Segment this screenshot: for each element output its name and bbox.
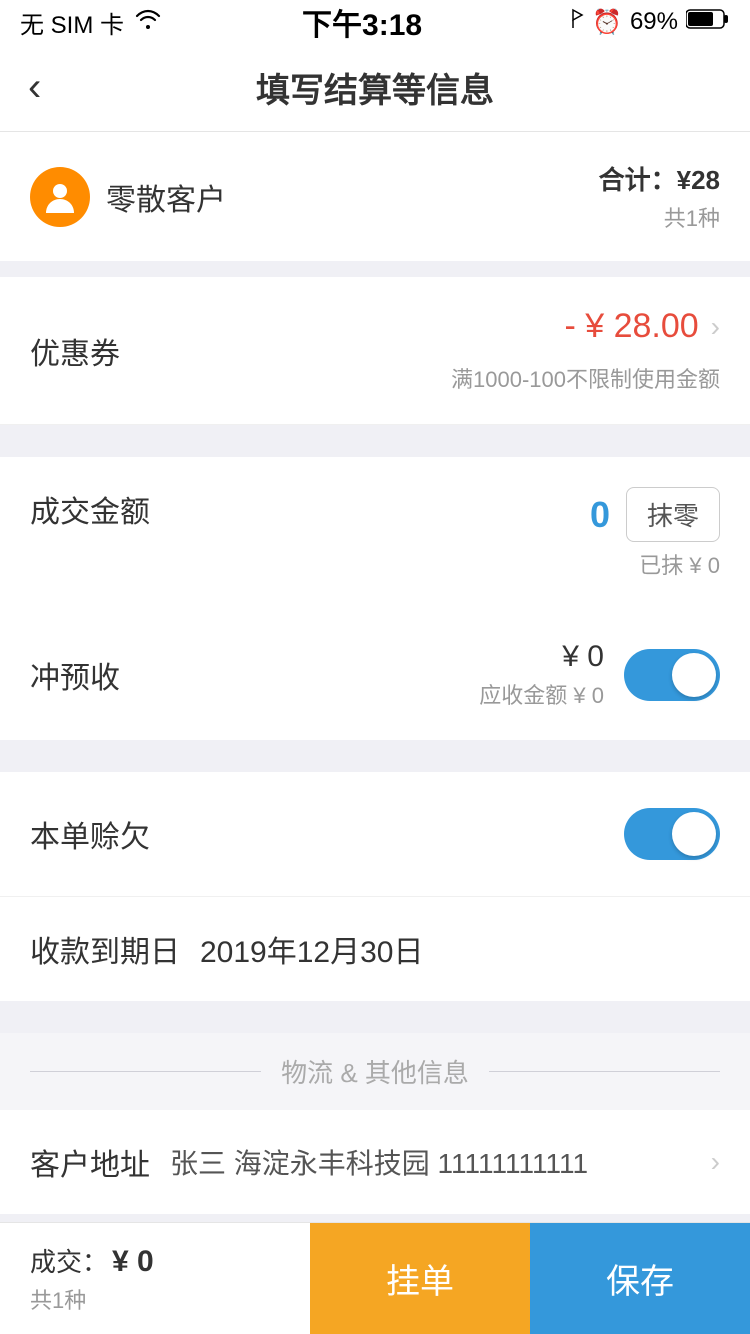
deal-amount-label: 成交金额 [30,487,150,531]
total-amount: 合计：¥28 [599,160,720,197]
status-right: ⏰ 69% [562,8,730,37]
address-chevron-icon: › [711,1146,720,1178]
page-title: 填写结算等信息 [256,63,494,112]
content-area: 零散客户 合计：¥28 共1种 优惠券 - ¥ 28.00 › 满1000-10… [0,132,750,1334]
coupon-right: - ¥ 28.00 › 满1000-100不限制使用金额 [451,307,720,394]
location-icon [562,8,584,37]
chevron-right-icon: › [711,311,720,343]
precharge-label: 冲预收 [30,653,120,697]
back-button[interactable]: ‹ [28,65,41,110]
customer-name: 零散客户 [106,175,226,219]
precharge-sub-amount: 应收金额 ¥ 0 [479,678,604,710]
bad-debt-label: 本单赊欠 [30,812,150,856]
precharge-main-amount: ¥ 0 [479,640,604,674]
bad-debt-row: 本单赊欠 [0,772,750,896]
section-separator-2 [0,756,750,772]
due-date-value[interactable]: 2019年12月30日 [200,927,423,971]
customer-total: 合计：¥28 共1种 [599,160,720,233]
precharge-toggle[interactable] [624,649,720,701]
address-label: 客户地址 [30,1140,150,1184]
precharge-right: ¥ 0 应收金额 ¥ 0 [479,640,720,710]
round-zero-button[interactable]: 抹零 [626,487,720,542]
coupon-section[interactable]: 优惠券 - ¥ 28.00 › 满1000-100不限制使用金额 [0,277,750,425]
bad-debt-toggle[interactable] [624,808,720,860]
footer-count: 共1种 [30,1283,280,1315]
total-count: 共1种 [599,201,720,233]
logistics-header: 物流 & 其他信息 [0,1033,750,1110]
section-separator-3 [0,1017,750,1033]
footer-deal-label: 成交： [30,1242,108,1279]
bottom-footer: 成交： ¥ 0 共1种 挂单 保存 [0,1222,750,1334]
deal-input-area: 0 抹零 [590,487,720,542]
section-separator-1 [0,441,750,457]
due-date-label: 收款到期日 [30,927,180,971]
sim-status: 无 SIM 卡 [20,5,124,40]
logistics-line-left [30,1071,261,1072]
coupon-subtext: 满1000-100不限制使用金额 [451,362,720,394]
save-button[interactable]: 保存 [530,1223,750,1334]
nav-bar: ‹ 填写结算等信息 [0,44,750,132]
precharge-amounts: ¥ 0 应收金额 ¥ 0 [479,640,604,710]
status-time: 下午3:18 [302,0,422,44]
deal-amount-value[interactable]: 0 [590,494,610,536]
deal-amount-section: 成交金额 0 抹零 已抹 ¥ 0 冲预收 ¥ 0 应收金额 ¥ 0 [0,457,750,740]
status-bar: 无 SIM 卡 下午3:18 ⏰ 69% [0,0,750,44]
footer-summary: 成交： ¥ 0 共1种 [0,1242,310,1315]
logistics-label: 物流 & 其他信息 [281,1053,469,1090]
status-left: 无 SIM 卡 [20,5,162,40]
address-value: 张三 海淀永丰科技园 11111111111 [170,1142,691,1182]
coupon-amount: - ¥ 28.00 [564,307,698,346]
coupon-row[interactable]: 优惠券 - ¥ 28.00 › 满1000-100不限制使用金额 [0,277,750,425]
bad-debt-section: 本单赊欠 收款到期日 2019年12月30日 [0,772,750,1001]
customer-row: 零散客户 合计：¥28 共1种 [0,132,750,261]
logistics-line-right [489,1071,720,1072]
hang-button[interactable]: 挂单 [310,1223,530,1334]
address-row[interactable]: 客户地址 张三 海淀永丰科技园 11111111111 › [0,1110,750,1214]
wifi-icon [134,8,162,36]
toggle-knob [672,653,716,697]
avatar [30,167,90,227]
customer-info: 零散客户 [30,167,226,227]
due-date-row: 收款到期日 2019年12月30日 [0,896,750,1001]
coupon-label: 优惠券 [30,329,120,373]
alarm-icon: ⏰ [592,8,622,37]
deal-amount-sub: 已抹 ¥ 0 [639,548,720,580]
battery-icon [686,8,730,37]
footer-deal-amount: ¥ 0 [112,1245,154,1279]
bad-debt-toggle-knob [672,812,716,856]
precharge-row: 冲预收 ¥ 0 应收金额 ¥ 0 [0,610,750,740]
battery-level: 69% [630,8,678,36]
deal-amount-row: 成交金额 0 抹零 已抹 ¥ 0 [0,457,750,610]
